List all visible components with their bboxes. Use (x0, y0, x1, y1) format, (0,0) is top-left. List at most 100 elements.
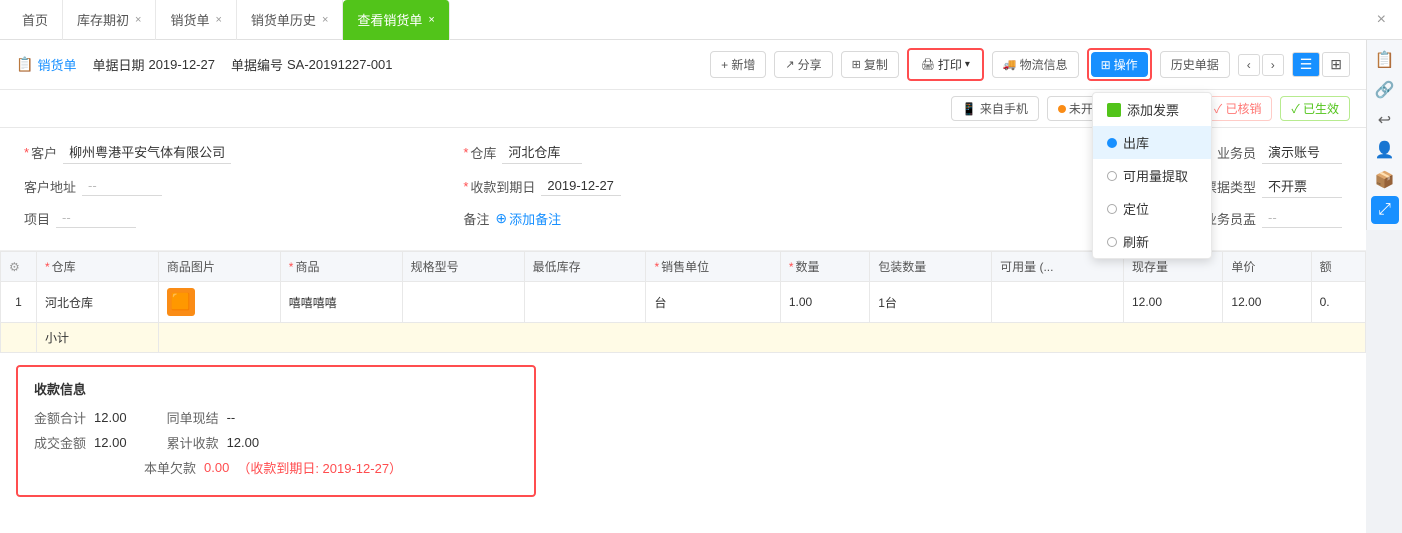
transaction-amount-item: 成交金额 12.00 (34, 433, 127, 452)
add-invoice-icon (1107, 103, 1121, 117)
logistics-icon: 🚚 (1003, 58, 1017, 71)
doc-meta: 单据日期 2019-12-27 单据编号 SA-20191227-001 (92, 55, 392, 74)
right-icon-refresh[interactable]: ↩ (1371, 106, 1399, 134)
close-sales-order[interactable]: × (215, 14, 221, 26)
tab-home[interactable]: 首页 (8, 0, 63, 40)
menu-outbound[interactable]: 出库 (1093, 126, 1211, 159)
nav-arrows: ‹ › (1238, 54, 1284, 76)
right-icon-package[interactable]: 📦 (1371, 166, 1399, 194)
prev-button[interactable]: ‹ (1238, 54, 1260, 76)
next-button[interactable]: › (1262, 54, 1284, 76)
address-value[interactable]: -- (82, 176, 162, 196)
not-opened-dot (1058, 105, 1066, 113)
grid-view-button[interactable]: ⊞ (1322, 52, 1350, 77)
project-field: 项目 -- (24, 208, 463, 228)
warehouse-value[interactable]: 河北仓库 (502, 140, 582, 164)
share-icon: ↗ (785, 58, 794, 71)
sales-order-icon: 📋 (16, 56, 33, 73)
plus-icon: ⊕ (495, 210, 507, 227)
operations-icon: ⊞ (1101, 58, 1111, 72)
menu-add-invoice[interactable]: 添加发票 (1093, 93, 1211, 126)
tab-sales-order[interactable]: 销货单 × (156, 0, 236, 40)
project-value[interactable]: -- (56, 208, 136, 228)
warehouse-field: * 仓库 河北仓库 (463, 140, 902, 164)
from-phone-button[interactable]: 📱 来自手机 (951, 96, 1039, 121)
col-pkg-qty: 包装数量 (870, 252, 992, 282)
logistics-button[interactable]: 🚚 物流信息 (992, 51, 1079, 78)
share-button[interactable]: ↗ 分享 (774, 51, 832, 78)
close-inventory-init[interactable]: × (135, 14, 141, 26)
customer-field: * 客户 柳州粤港平安气体有限公司 (24, 140, 463, 164)
col-min-stock: 最低库存 (524, 252, 646, 282)
col-product: *商品 (280, 252, 402, 282)
outbound-icon (1107, 138, 1117, 148)
col-product-image: 商品图片 (158, 252, 280, 282)
gear-icon: ⚙ (9, 260, 20, 274)
summary-row-1: 金额合计 12.00 同单现结 -- (34, 408, 518, 427)
col-config[interactable]: ⚙ (1, 252, 37, 282)
tab-view-sales[interactable]: 查看销货单 × (343, 0, 449, 40)
doc-type-label: 📋 销货单 (16, 55, 76, 74)
sales-table: ⚙ *仓库 商品图片 *商品 规格型号 最低库存 *销售单位 *数量 包装数量 … (0, 251, 1366, 353)
add-note-button[interactable]: ⊕ 添加备注 (495, 209, 561, 228)
summary-title: 收款信息 (34, 379, 518, 398)
copy-button[interactable]: ⊞ 复制 (841, 51, 899, 78)
revoked-badge[interactable]: ✓ 已核销 (1203, 96, 1273, 121)
document-header: 📋 销货单 单据日期 2019-12-27 单据编号 SA-20191227-0… (0, 40, 1366, 90)
table-row: 1 河北仓库 🟧 嘻嘻嘻嘻 台 1.00 1台 12.00 12.00 (1, 282, 1366, 323)
subtotal-row: 小计 (1, 323, 1366, 353)
tab-bar: 首页 库存期初 × 销货单 × 销货单历史 × 查看销货单 × × (0, 0, 1402, 40)
refresh-icon (1107, 237, 1117, 247)
tab-sales-history[interactable]: 销货单历史 × (237, 0, 343, 40)
print-button[interactable]: 🖨 打印 ▾ (911, 52, 980, 77)
product-thumbnail: 🟧 (167, 288, 195, 316)
available-qty-icon (1107, 171, 1117, 181)
address-field: 客户地址 -- (24, 176, 463, 196)
summary-section: 收款信息 金额合计 12.00 同单现结 -- 成交金额 12.00 累计收款 (16, 365, 536, 497)
same-order-settlement-item: 同单现结 -- (167, 408, 236, 427)
menu-available-qty[interactable]: 可用量提取 (1093, 159, 1211, 192)
menu-refresh[interactable]: 刷新 (1093, 225, 1211, 258)
menu-locate[interactable]: 定位 (1093, 192, 1211, 225)
doc-actions: + 新增 ↗ 分享 ⊞ 复制 🖨 打印 ▾ (710, 48, 1350, 81)
list-view-button[interactable]: ☰ (1292, 52, 1321, 77)
right-panel: 📋 🔗 ↩ 👤 📦 ⤢ (1366, 40, 1402, 230)
phone-icon: 📱 (962, 102, 977, 116)
doc-number-field: 单据编号 SA-20191227-001 (231, 55, 393, 74)
col-spec: 规格型号 (402, 252, 524, 282)
right-icon-user[interactable]: 👤 (1371, 136, 1399, 164)
payment-date-value[interactable]: 2019-12-27 (541, 176, 621, 196)
history-button[interactable]: 历史单据 (1160, 51, 1230, 78)
customer-value[interactable]: 柳州粤港平安气体有限公司 (63, 140, 231, 164)
new-button[interactable]: + 新增 (710, 51, 766, 78)
col-warehouse: *仓库 (37, 252, 159, 282)
ticket-type-value[interactable]: 不开票 (1262, 174, 1342, 198)
close-all-tabs[interactable]: × (1369, 11, 1394, 29)
print-dropdown-arrow: ▾ (965, 59, 970, 70)
summary-row-3: 本单欠款 0.00 （收款到期日: 2019-12-27） (34, 458, 518, 477)
right-icon-link[interactable]: 🔗 (1371, 76, 1399, 104)
payment-date-field: * 收款到期日 2019-12-27 (463, 176, 902, 196)
operations-highlight-box: ⊞ 操作 (1087, 48, 1152, 81)
total-amount-item: 金额合计 12.00 (34, 408, 127, 427)
right-icon-clipboard[interactable]: 📋 (1371, 46, 1399, 74)
view-toggle: ☰ ⊞ (1292, 52, 1350, 77)
tab-inventory-init[interactable]: 库存期初 × (63, 0, 156, 40)
cumulative-payment-item: 累计收款 12.00 (167, 433, 260, 452)
col-unit: *销售单位 (646, 252, 780, 282)
effective-badge[interactable]: ✓ 已生效 (1280, 96, 1350, 121)
print-highlight-box: 🖨 打印 ▾ (907, 48, 984, 81)
close-sales-history[interactable]: × (322, 14, 328, 26)
col-quantity: *数量 (780, 252, 869, 282)
data-table-container: ⚙ *仓库 商品图片 *商品 规格型号 最低库存 *销售单位 *数量 包装数量 … (0, 251, 1366, 353)
operations-dropdown: 添加发票 出库 可用量提取 定位 刷新 (1092, 92, 1212, 259)
print-icon: 🖨 (921, 58, 935, 71)
locate-icon (1107, 204, 1117, 214)
operations-button[interactable]: ⊞ 操作 (1091, 52, 1148, 77)
close-view-sales[interactable]: × (428, 14, 434, 26)
salesperson2-value[interactable]: -- (1262, 208, 1342, 228)
summary-row-2: 成交金额 12.00 累计收款 12.00 (34, 433, 518, 452)
right-icon-expand[interactable]: ⤢ (1371, 196, 1399, 224)
salesperson-value[interactable]: 演示账号 (1262, 140, 1342, 164)
copy-icon: ⊞ (852, 58, 861, 71)
